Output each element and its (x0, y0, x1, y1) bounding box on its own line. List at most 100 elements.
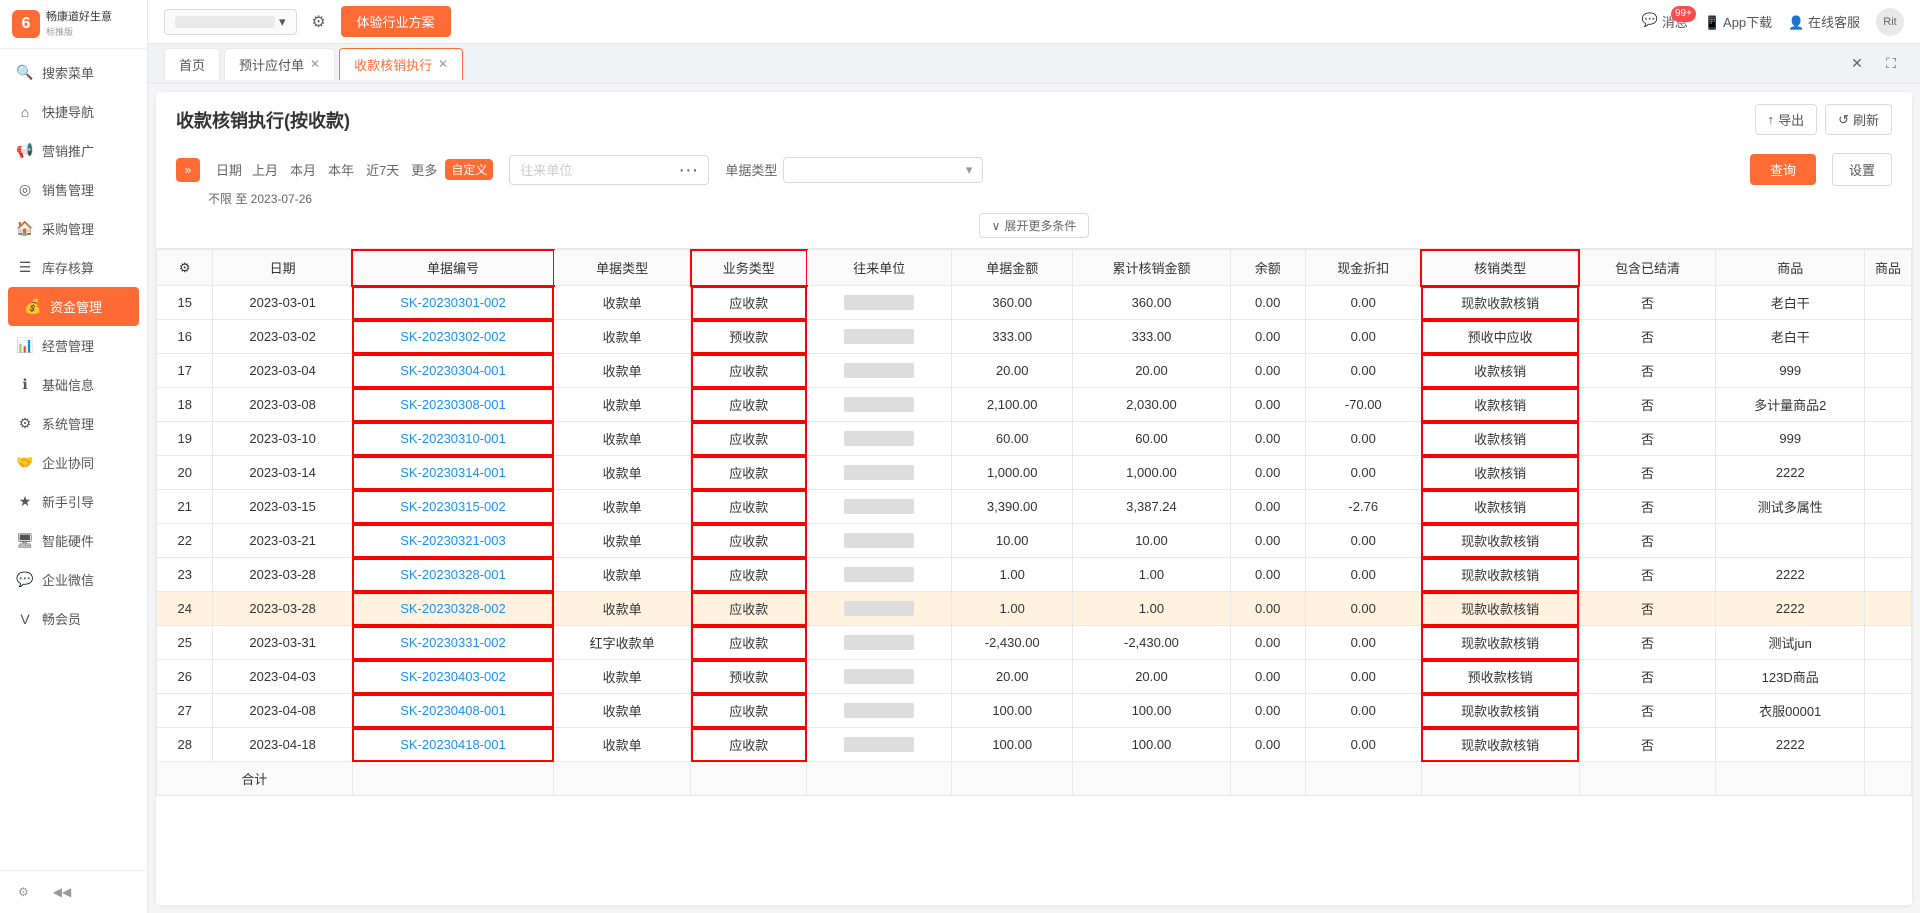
cell-cash-discount: 0.00 (1305, 626, 1421, 660)
online-service-btn[interactable]: 👤 在线客服 (1788, 12, 1860, 31)
doc-num-link[interactable]: SK-20230310-001 (400, 431, 506, 446)
tab-prepay-close-icon[interactable]: ✕ (310, 57, 320, 71)
table-container: ⚙ 日期 单据编号 单据类型 业务类型 往来单位 单据金额 累计核销金额 余额 … (156, 249, 1912, 905)
business-selector-text (175, 16, 275, 28)
sidebar-item-sales[interactable]: ◎ 销售管理 (0, 170, 147, 209)
cell-include-settled: 否 (1579, 286, 1716, 320)
doc-num-link[interactable]: SK-20230403-002 (400, 669, 506, 684)
receipt-type-select[interactable]: ▾ (783, 157, 983, 183)
sidebar-item-finance[interactable]: 💰 资金管理 (8, 287, 139, 326)
sidebar-collapse-btn[interactable]: ◀◀ (43, 879, 81, 905)
col-header-settings[interactable]: ⚙ (157, 250, 213, 286)
doc-num-link[interactable]: SK-20230321-003 (400, 533, 506, 548)
footer-cumulative (1073, 762, 1231, 796)
sidebar-item-wechat[interactable]: 💬 企业微信 (0, 560, 147, 599)
doc-num-link[interactable]: SK-20230328-001 (400, 567, 506, 582)
sidebar-item-operation[interactable]: 📊 经营管理 (0, 326, 147, 365)
query-btn[interactable]: 查询 (1750, 154, 1816, 185)
more-btn[interactable]: 更多 (407, 158, 441, 181)
doc-num-link[interactable]: SK-20230301-002 (400, 295, 506, 310)
sidebar-item-search[interactable]: 🔍 搜索菜单 (0, 53, 147, 92)
table-row: 21 2023-03-15 SK-20230315-002 收款单 应收款 3,… (157, 490, 1912, 524)
tab-close-btn[interactable]: ✕ (1844, 51, 1870, 77)
app-download-btn[interactable]: 📱 App下载 (1704, 12, 1772, 31)
sidebar-bottom: ⚙ ◀◀ (0, 870, 147, 913)
doc-num-link[interactable]: SK-20230328-002 (400, 601, 506, 616)
refresh-btn[interactable]: ↺ 刷新 (1825, 104, 1892, 135)
cell-partner (807, 286, 952, 320)
export-btn[interactable]: ↑ 导出 (1755, 104, 1818, 135)
sidebar-item-member[interactable]: V 畅会员 (0, 599, 147, 638)
sidebar-item-system[interactable]: ⚙ 系统管理 (0, 404, 147, 443)
filter-toggle-btn[interactable]: » (176, 158, 200, 182)
last-month-btn[interactable]: 上月 (248, 158, 282, 181)
industry-btn[interactable]: 体验行业方案 (341, 6, 451, 37)
business-selector[interactable]: ▾ (164, 9, 297, 35)
cell-balance: 0.00 (1230, 694, 1305, 728)
cell-product1: 999 (1716, 354, 1865, 388)
cell-doc-type: 收款单 (554, 354, 691, 388)
sidebar-item-marketing[interactable]: 📢 营销推广 (0, 131, 147, 170)
sidebar-item-hardware[interactable]: 🖥 智能硬件 (0, 521, 147, 560)
last-7-btn[interactable]: 近7天 (362, 158, 403, 181)
doc-num-link[interactable]: SK-20230331-002 (400, 635, 506, 650)
cell-include-settled: 否 (1579, 320, 1716, 354)
tab-verify-close-icon[interactable]: ✕ (438, 57, 448, 71)
sidebar-item-enterprise[interactable]: 🤝 企业协同 (0, 443, 147, 482)
cell-verify-type: 现款收款核销 (1421, 524, 1579, 558)
expand-more-btn[interactable]: ∨ 展开更多条件 (979, 213, 1090, 238)
cell-include-settled: 否 (1579, 626, 1716, 660)
sidebar-item-label-basic: 基础信息 (42, 375, 94, 394)
cell-date: 2023-03-08 (213, 388, 352, 422)
member-icon: V (16, 610, 34, 628)
cell-biz-type: 应收款 (691, 626, 807, 660)
notification-count: 99+ (1671, 6, 1696, 22)
cell-include-settled: 否 (1579, 456, 1716, 490)
cell-amount: 2,100.00 (952, 388, 1073, 422)
sidebar-item-purchase[interactable]: 🏠 采购管理 (0, 209, 147, 248)
filter-settings-btn[interactable]: 设置 (1832, 153, 1892, 186)
table-row: 16 2023-03-02 SK-20230302-002 收款单 预收款 33… (157, 320, 1912, 354)
page-body: 收款核销执行(按收款) ↑ 导出 ↺ 刷新 » 日期 (156, 92, 1912, 905)
filter-unit-input[interactable]: 往来单位 ··· (509, 155, 709, 185)
cell-doc-type: 收款单 (554, 592, 691, 626)
cell-balance: 0.00 (1230, 388, 1305, 422)
cell-product2 (1864, 592, 1911, 626)
filter-dots-icon[interactable]: ··· (678, 160, 698, 180)
tab-verify[interactable]: 收款核销执行 ✕ (339, 48, 463, 80)
doc-num-link[interactable]: SK-20230418-001 (400, 737, 506, 752)
tab-home[interactable]: 首页 (164, 48, 220, 80)
doc-num-link[interactable]: SK-20230304-001 (400, 363, 506, 378)
table-row: 17 2023-03-04 SK-20230304-001 收款单 应收款 20… (157, 354, 1912, 388)
notification-area[interactable]: 💬 消息 99+ (1642, 12, 1688, 31)
sidebar-item-inventory[interactable]: ☰ 库存核算 (0, 248, 147, 287)
cell-biz-type: 应收款 (691, 388, 807, 422)
tab-prepay[interactable]: 预计应付单 ✕ (224, 48, 335, 80)
cell-cash-discount: 0.00 (1305, 694, 1421, 728)
doc-num-link[interactable]: SK-20230314-001 (400, 465, 506, 480)
doc-num-link[interactable]: SK-20230308-001 (400, 397, 506, 412)
cell-biz-type: 应收款 (691, 354, 807, 388)
cell-cumulative: 2,030.00 (1073, 388, 1231, 422)
cell-product2 (1864, 694, 1911, 728)
cell-no: 24 (157, 592, 213, 626)
this-month-btn[interactable]: 本月 (286, 158, 320, 181)
tab-fullscreen-btn[interactable]: ⛶ (1878, 51, 1904, 77)
this-year-btn[interactable]: 本年 (324, 158, 358, 181)
sidebar-settings-btn[interactable]: ⚙ (8, 879, 39, 905)
doc-num-link[interactable]: SK-20230408-001 (400, 703, 506, 718)
sidebar-item-basic[interactable]: ℹ 基础信息 (0, 365, 147, 404)
col-header-include-settled: 包含已结清 (1579, 250, 1716, 286)
app-icon: 📱 (1704, 15, 1720, 30)
doc-num-link[interactable]: SK-20230302-002 (400, 329, 506, 344)
user-avatar[interactable]: Rit (1876, 8, 1904, 36)
sidebar-item-quick-nav[interactable]: ⌂ 快捷导航 (0, 92, 147, 131)
gear-icon[interactable]: ⚙ (305, 8, 333, 36)
cell-amount: 60.00 (952, 422, 1073, 456)
cell-product2 (1864, 354, 1911, 388)
doc-num-link[interactable]: SK-20230315-002 (400, 499, 506, 514)
footer-biz-type (691, 762, 807, 796)
cell-cash-discount: 0.00 (1305, 558, 1421, 592)
sidebar-item-beginner[interactable]: ★ 新手引导 (0, 482, 147, 521)
custom-btn[interactable]: 自定义 (445, 159, 493, 180)
